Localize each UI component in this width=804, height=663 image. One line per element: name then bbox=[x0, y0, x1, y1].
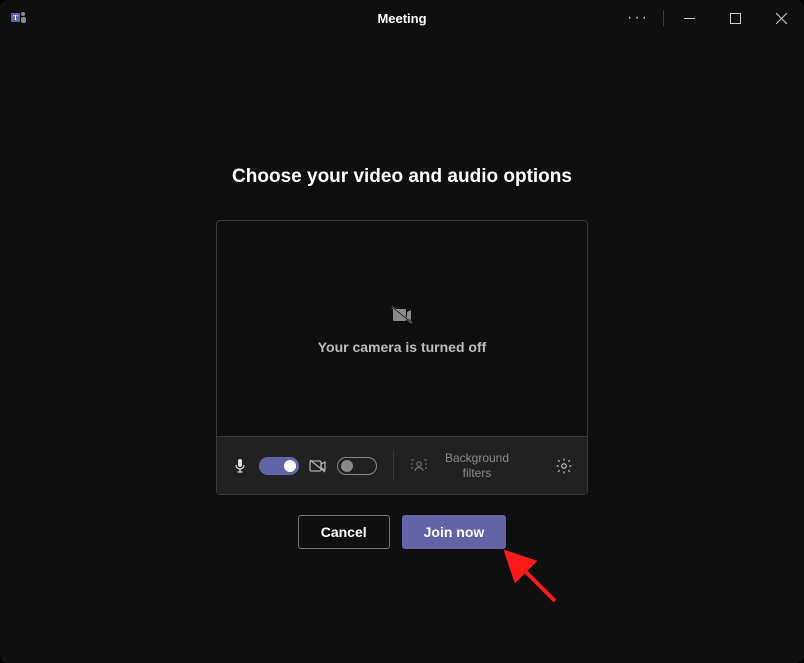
teams-app-icon: T bbox=[10, 9, 28, 27]
device-controls-row: Background filters bbox=[217, 436, 587, 494]
divider bbox=[393, 451, 394, 481]
video-preview: Your camera is turned off bbox=[217, 221, 587, 436]
svg-text:T: T bbox=[13, 14, 18, 22]
camera-off-icon bbox=[390, 303, 414, 327]
action-buttons: Cancel Join now bbox=[298, 515, 507, 549]
background-effects-icon bbox=[410, 458, 428, 474]
maximize-button[interactable] bbox=[712, 0, 758, 36]
camera-toggle[interactable] bbox=[337, 457, 377, 475]
camera-icon bbox=[309, 458, 327, 474]
divider bbox=[663, 10, 664, 26]
arrow-annotation-icon bbox=[500, 546, 570, 616]
join-now-button[interactable]: Join now bbox=[402, 515, 507, 549]
main-content: Choose your video and audio options Your… bbox=[0, 36, 804, 549]
camera-off-label: Your camera is turned off bbox=[318, 339, 487, 355]
microphone-toggle[interactable] bbox=[259, 457, 299, 475]
app-window: T Meeting ··· Choose your video and audi… bbox=[0, 0, 804, 663]
video-settings-card: Your camera is turned off bbox=[216, 220, 588, 495]
cancel-button[interactable]: Cancel bbox=[298, 515, 390, 549]
microphone-icon bbox=[231, 458, 249, 474]
background-filters-button[interactable]: Background filters bbox=[438, 451, 516, 480]
page-heading: Choose your video and audio options bbox=[232, 166, 572, 188]
more-options-button[interactable]: ··· bbox=[615, 0, 661, 36]
minimize-button[interactable] bbox=[666, 0, 712, 36]
settings-icon[interactable] bbox=[555, 457, 573, 475]
close-button[interactable] bbox=[758, 0, 804, 36]
window-controls: ··· bbox=[615, 0, 804, 36]
titlebar: T Meeting ··· bbox=[0, 0, 804, 36]
